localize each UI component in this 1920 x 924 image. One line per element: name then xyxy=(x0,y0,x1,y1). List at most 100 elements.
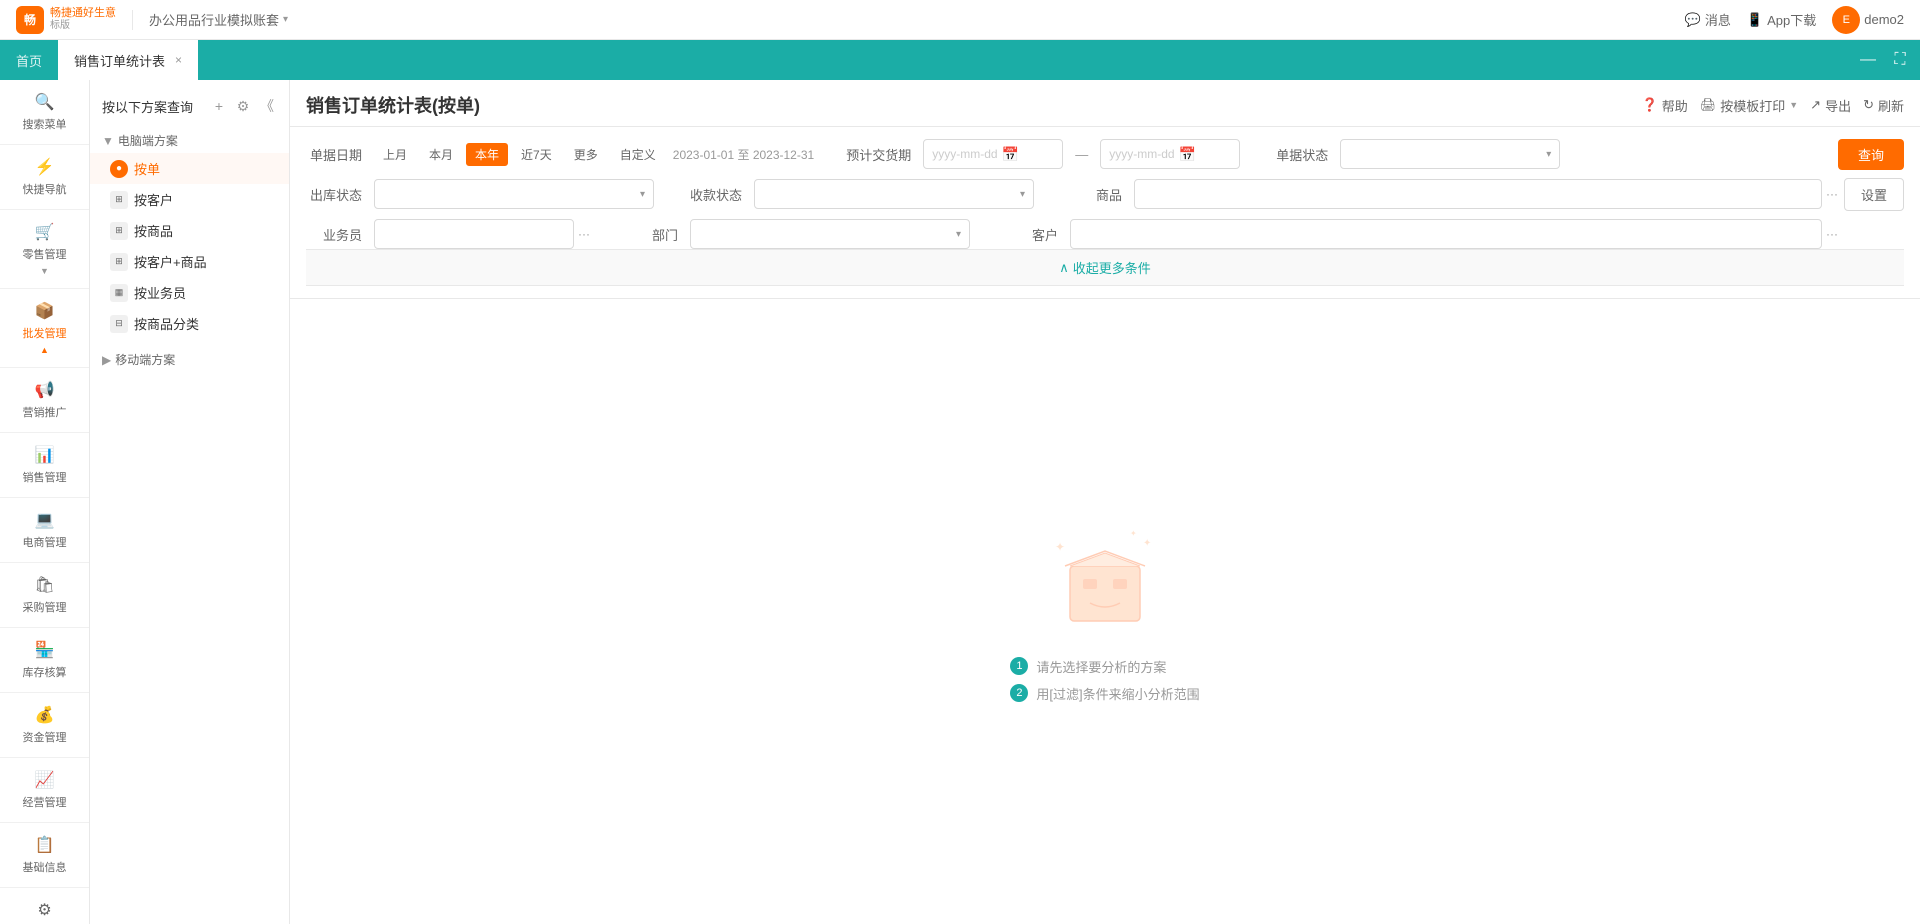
pay-status-arrow: ▾ xyxy=(1020,189,1025,200)
collapse-arrow-icon: ∧ xyxy=(1059,260,1069,276)
refresh-btn[interactable]: ↻ 刷新 xyxy=(1863,96,1904,115)
scheme-by-staff[interactable]: ▦ 按业务员 xyxy=(90,277,289,308)
customer-input-group: ··· xyxy=(1070,219,1838,249)
filter-settings-button[interactable]: 设置 xyxy=(1844,178,1904,211)
logo-text: 畅捷通好生意 标版 xyxy=(50,7,116,32)
tab-close-icon[interactable]: × xyxy=(175,53,182,67)
svg-text:✦: ✦ xyxy=(1130,529,1137,538)
sidebar: 🔍 搜索菜单 ⚡ 快捷导航 🛒 零售管理 ▼ 📦 批发管理 ▲ 📢 营销推广 📊… xyxy=(0,80,90,924)
filter-inputs-area: 单据日期 上月 本月 本年 近7天 更多 自定义 2023-01-01 至 20… xyxy=(306,139,1838,249)
hint-num-2: 2 xyxy=(1010,684,1028,702)
customer-more-icon[interactable]: ··· xyxy=(1826,227,1838,241)
app-title[interactable]: 办公用品行业模拟账套 ▾ xyxy=(149,10,288,29)
export-btn[interactable]: ↗ 导出 xyxy=(1810,96,1851,115)
left-panel: 按以下方案查询 + ⚙ 《 ▼ 电脑端方案 ● 按单 ⊞ 按客户 xyxy=(90,80,290,924)
customer-label: 客户 xyxy=(1002,225,1058,244)
mobile-expand-icon: ▶ xyxy=(102,353,111,367)
date-btn-more[interactable]: 更多 xyxy=(565,143,607,166)
empty-svg: ✦ ✦ ✦ xyxy=(1045,521,1165,641)
collapse-panel-btn[interactable]: 《 xyxy=(257,96,277,116)
tab-stats[interactable]: 销售订单统计表 × xyxy=(58,40,198,80)
staff-label: 业务员 xyxy=(306,225,362,244)
out-status-select[interactable]: ▾ xyxy=(374,179,654,209)
empty-hint-1: 1 请先选择要分析的方案 xyxy=(1010,657,1199,676)
left-panel-title: 按以下方案查询 xyxy=(102,97,193,116)
title-dropdown-icon: ▾ xyxy=(283,14,288,25)
customer-scheme-icon: ⊞ xyxy=(110,191,128,209)
ecommerce-icon: 💻 xyxy=(35,510,55,530)
sidebar-item-marketing[interactable]: 📢 营销推广 xyxy=(0,368,89,433)
scheme-settings-btn[interactable]: ⚙ xyxy=(233,96,253,116)
inventory-icon: 🏪 xyxy=(35,640,55,660)
retail-arrow-icon: ▼ xyxy=(40,266,49,276)
date-dash: — xyxy=(1075,147,1088,162)
desktop-scheme-section: ▼ 电脑端方案 ● 按单 ⊞ 按客户 ⊞ 按商品 ⊞ 按客户+商品 xyxy=(90,124,289,343)
svg-text:✦: ✦ xyxy=(1055,540,1065,554)
collapse-bar[interactable]: ∧ 收起更多条件 xyxy=(306,249,1904,286)
scheme-expand-icon: ▼ xyxy=(102,134,114,148)
tab-minimize-icon[interactable]: — xyxy=(1856,48,1880,72)
dept-select[interactable]: ▾ xyxy=(690,219,970,249)
date-btn-group: 上月 本月 本年 近7天 更多 自定义 2023-01-01 至 2023-12… xyxy=(374,143,814,166)
scheme-by-order[interactable]: ● 按单 xyxy=(90,153,289,184)
scheme-by-cust-prod[interactable]: ⊞ 按客户+商品 xyxy=(90,246,289,277)
staff-more-icon[interactable]: ··· xyxy=(578,227,590,241)
scheme-by-category[interactable]: ⊟ 按商品分类 xyxy=(90,308,289,339)
message-btn[interactable]: 💬 消息 xyxy=(1685,10,1731,29)
date-btn-7days[interactable]: 近7天 xyxy=(512,143,561,166)
top-bar: 畅 畅捷通好生意 标版 办公用品行业模拟账套 ▾ 💬 消息 📱 App下载 E … xyxy=(0,0,1920,40)
sidebar-item-finance[interactable]: 💰 资金管理 xyxy=(0,693,89,758)
add-scheme-btn[interactable]: + xyxy=(209,96,229,116)
staff-input[interactable] xyxy=(374,219,574,249)
search-button[interactable]: 查询 xyxy=(1838,139,1904,170)
date-btn-lastmonth[interactable]: 上月 xyxy=(374,143,416,166)
sidebar-item-operations[interactable]: 📈 经营管理 xyxy=(0,758,89,823)
sidebar-item-basics[interactable]: 📋 基础信息 xyxy=(0,823,89,888)
goods-input[interactable] xyxy=(1134,179,1822,209)
expected-date-from[interactable]: yyyy-mm-dd 📅 xyxy=(923,139,1063,169)
customer-input[interactable] xyxy=(1070,219,1822,249)
date-btn-custom[interactable]: 自定义 xyxy=(611,143,665,166)
goods-more-icon[interactable]: ··· xyxy=(1826,187,1838,201)
app-download-btn[interactable]: 📱 App下载 xyxy=(1747,10,1816,29)
desktop-scheme-label[interactable]: ▼ 电脑端方案 xyxy=(90,128,289,153)
avatar: E xyxy=(1832,6,1860,34)
date-btn-thisyear[interactable]: 本年 xyxy=(466,143,508,166)
expected-date-to[interactable]: yyyy-mm-dd 📅 xyxy=(1100,139,1240,169)
sidebar-item-retail[interactable]: 🛒 零售管理 ▼ xyxy=(0,210,89,289)
left-panel-header: 按以下方案查询 + ⚙ 《 xyxy=(90,88,289,124)
date-btn-thismonth[interactable]: 本月 xyxy=(420,143,462,166)
sales-icon: 📊 xyxy=(35,445,55,465)
sidebar-item-ecommerce[interactable]: 💻 电商管理 xyxy=(0,498,89,563)
scheme-by-product[interactable]: ⊞ 按商品 xyxy=(90,215,289,246)
print-arrow-icon: ▼ xyxy=(1789,100,1798,110)
mobile-scheme-label[interactable]: ▶ 移动端方案 xyxy=(90,347,289,372)
collapse-btn[interactable]: ∧ 收起更多条件 xyxy=(1059,258,1151,277)
sidebar-item-wholesale[interactable]: 📦 批发管理 ▲ xyxy=(0,289,89,368)
sidebar-item-purchase[interactable]: 🛍 采购管理 xyxy=(0,563,89,628)
sidebar-item-sales[interactable]: 📊 销售管理 xyxy=(0,433,89,498)
main-layout: 🔍 搜索菜单 ⚡ 快捷导航 🛒 零售管理 ▼ 📦 批发管理 ▲ 📢 营销推广 📊… xyxy=(0,80,1920,924)
expected-date-label: 预计交货期 xyxy=(846,145,911,164)
status-label: 单据状态 xyxy=(1272,145,1328,164)
tab-home[interactable]: 首页 xyxy=(0,40,58,80)
top-bar-left: 畅 畅捷通好生意 标版 办公用品行业模拟账套 ▾ xyxy=(16,6,288,34)
sidebar-item-search-menu[interactable]: 🔍 搜索菜单 xyxy=(0,80,89,145)
date-range-text: 2023-01-01 至 2023-12-31 xyxy=(673,146,814,163)
retail-icon: 🛒 xyxy=(35,222,55,242)
empty-illustration: ✦ ✦ ✦ xyxy=(1045,521,1165,641)
pay-status-select[interactable]: ▾ xyxy=(754,179,1034,209)
sidebar-item-system[interactable]: ⚙ 系统管理 xyxy=(0,888,89,924)
tab-expand-icon[interactable]: ⛶ xyxy=(1888,48,1912,72)
sidebar-item-quick-nav[interactable]: ⚡ 快捷导航 xyxy=(0,145,89,210)
user-menu[interactable]: E demo2 xyxy=(1832,6,1904,34)
sidebar-item-inventory[interactable]: 🏪 库存核算 xyxy=(0,628,89,693)
left-panel-actions: + ⚙ 《 xyxy=(209,96,277,116)
staff-input-group: ··· xyxy=(374,219,590,249)
product-scheme-icon: ⊞ xyxy=(110,222,128,240)
help-btn[interactable]: ❓ 帮助 xyxy=(1642,96,1688,115)
print-btn[interactable]: 🖨 按模板打印 ▼ xyxy=(1700,96,1798,115)
status-select[interactable]: ▾ xyxy=(1340,139,1560,169)
scheme-by-customer[interactable]: ⊞ 按客户 xyxy=(90,184,289,215)
logo-icon: 畅 xyxy=(16,6,44,34)
